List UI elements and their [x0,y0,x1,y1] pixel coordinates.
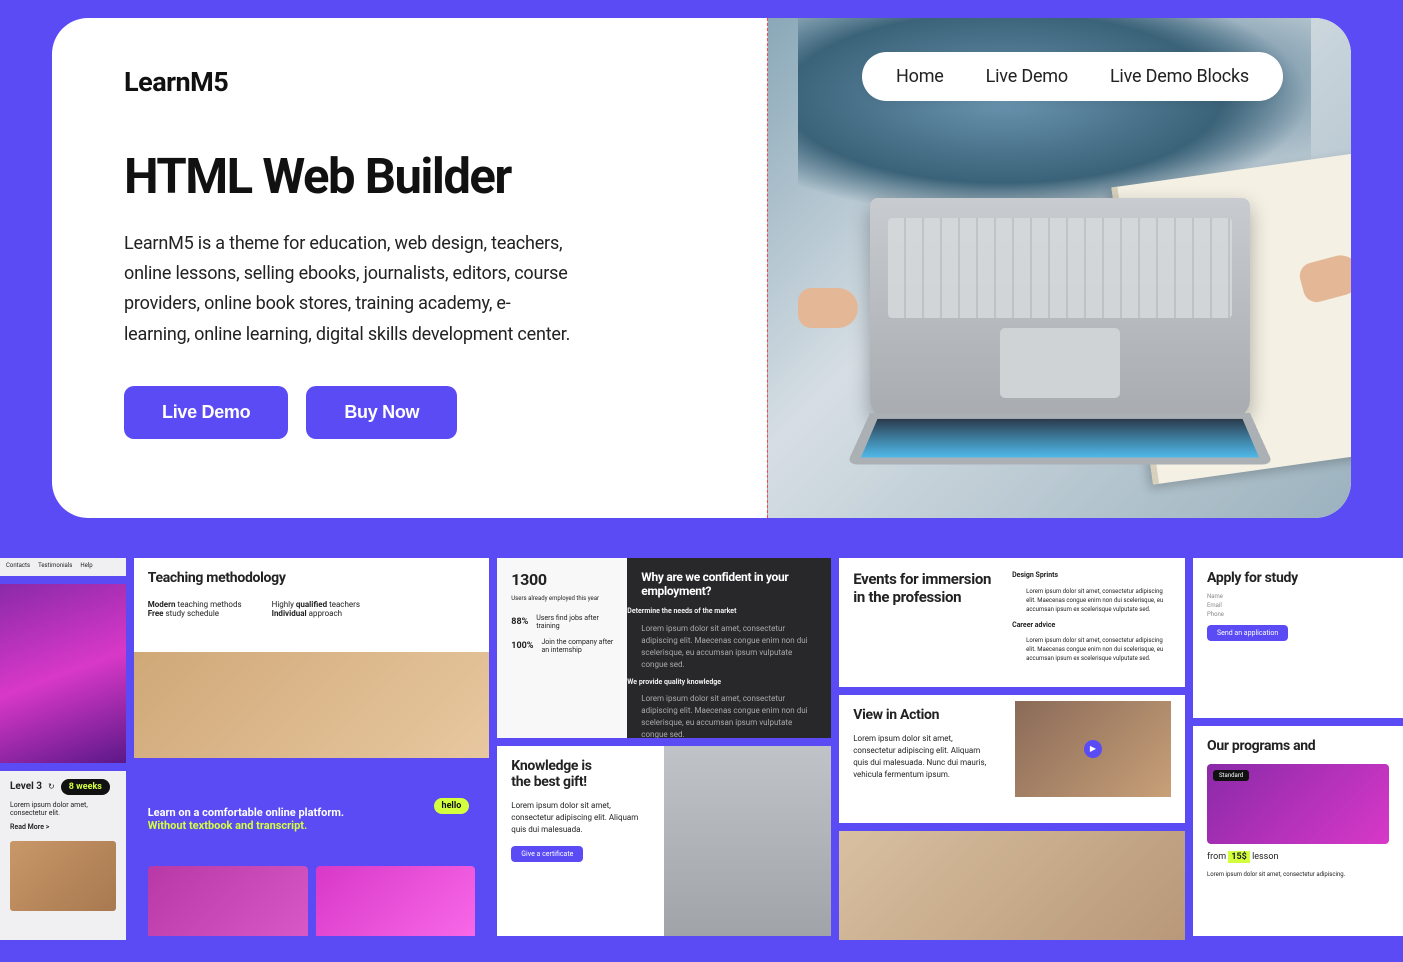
link-testimonials: Testimonials [38,562,72,572]
video-thumbnail [1015,701,1171,797]
preview-top-links: Contacts Testimonials Help [0,558,126,576]
stats-number: 1300 [497,558,627,595]
gift-text: Lorem ipsum dolor sit amet, consectetur … [497,796,664,840]
apply-title: Apply for study [1193,558,1403,592]
confident-title: Why are we confident in your employment? [627,558,831,604]
preview-gift: Knowledge is the best gift! Lorem ipsum … [497,746,831,936]
events-title: Events for immersion in the profession [839,558,1012,612]
live-demo-button[interactable]: Live Demo [124,386,288,439]
hero-image: Home Live Demo Live Demo Blocks [767,18,1351,518]
hero-card: LearnM5 HTML Web Builder LearnM5 is a th… [52,18,1351,518]
gift-button: Give a certificate [511,846,583,862]
refresh-icon: ↻ [48,782,55,791]
nav-home[interactable]: Home [896,66,944,87]
preview-level-card: Level 3 ↻ 8 weeks Lorem ipsum dolor amet… [0,771,126,940]
preview-programs: Our programs and Standard from 15$ lesso… [1193,726,1403,936]
level-title: Level 3 [10,781,42,792]
stats-sub: Users already employed this year [497,595,627,610]
apply-button: Send an application [1207,625,1288,641]
link-help: Help [80,562,92,572]
nav-live-demo-blocks[interactable]: Live Demo Blocks [1110,66,1249,87]
programs-title: Our programs and [1193,726,1403,760]
preview-bottom-image [839,831,1185,940]
nav-live-demo[interactable]: Live Demo [986,66,1068,87]
level-readmore: Read More > [10,823,116,831]
nav-pill: Home Live Demo Live Demo Blocks [862,52,1283,101]
preview-monitor [0,584,126,763]
logo: LearnM5 [124,66,707,98]
preview-teaching: Teaching methodology Modern teaching met… [134,558,490,758]
template-mosaic: Contacts Testimonials Help Level 3 ↻ 8 w… [0,558,1403,940]
hero-title: HTML Web Builder [124,148,707,205]
preview-comfort: Learn on a comfortable online platform. … [134,766,490,936]
hero-left: LearnM5 HTML Web Builder LearnM5 is a th… [52,18,767,518]
hero-description: LearnM5 is a theme for education, web de… [124,229,574,350]
hero-buttons: Live Demo Buy Now [124,386,707,439]
preview-apply: Apply for study Name Email Phone Send an… [1193,558,1403,718]
teaching-title: Teaching methodology [134,558,490,592]
link-contacts: Contacts [6,562,30,572]
gift-title2: the best gift! [497,774,664,796]
view-title: View in Action [839,695,1001,729]
view-text: Lorem ipsum dolor sit amet, consectetur … [839,729,1001,785]
preview-confident: Why are we confident in your employment?… [627,558,831,738]
buy-now-button[interactable]: Buy Now [306,386,457,439]
gift-title1: Knowledge is [497,746,664,774]
hello-badge: hello [434,798,470,814]
gift-image [664,746,831,936]
comfort-line1: Learn on a comfortable online platform. [148,806,476,819]
preview-events: Events for immersion in the profession D… [839,558,1185,687]
comfort-line2: Without textbook and transcript. [148,819,476,832]
preview-view-action: View in Action Lorem ipsum dolor sit ame… [839,695,1185,824]
level-badge: 8 weeks [61,779,110,795]
level-text: Lorem ipsum dolor amet, consectetur elit… [10,795,116,823]
preview-stats: 1300 Users already employed this year 88… [497,558,627,738]
